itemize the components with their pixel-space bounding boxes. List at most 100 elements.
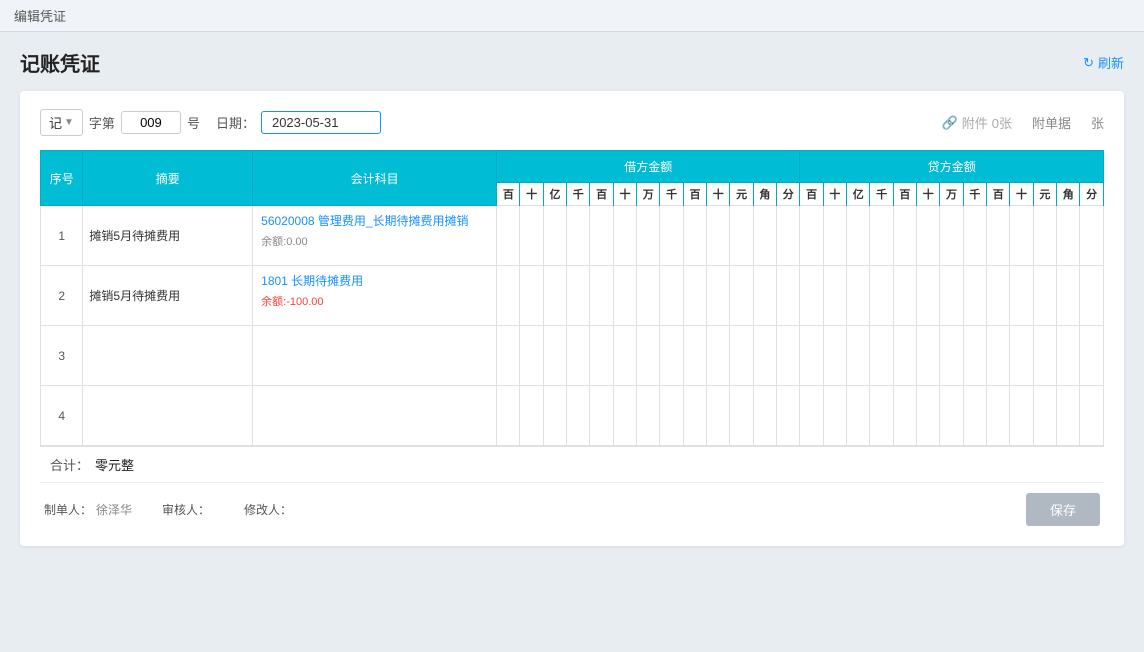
debit-digit-cell[interactable] xyxy=(683,326,706,386)
account-cell[interactable]: 56020008 管理费用_长期待摊费用摊销余额:0.00 xyxy=(253,206,497,266)
credit-digit-cell[interactable] xyxy=(800,266,823,326)
credit-digit-cell[interactable] xyxy=(1057,266,1080,326)
credit-digit-cell[interactable] xyxy=(1033,206,1056,266)
credit-digit-cell[interactable] xyxy=(963,386,986,446)
debit-digit-cell[interactable] xyxy=(683,206,706,266)
credit-digit-cell[interactable] xyxy=(963,266,986,326)
debit-digit-cell[interactable] xyxy=(660,326,683,386)
credit-digit-cell[interactable] xyxy=(987,326,1010,386)
debit-digit-cell[interactable] xyxy=(707,266,730,326)
summary-cell[interactable] xyxy=(83,326,253,386)
credit-digit-cell[interactable] xyxy=(847,386,870,446)
debit-digit-cell[interactable] xyxy=(497,206,520,266)
debit-digit-cell[interactable] xyxy=(590,206,613,266)
account-cell[interactable]: 1801 长期待摊费用余额:-100.00 xyxy=(253,266,497,326)
voucher-type-select[interactable]: 记 ▼ xyxy=(40,109,83,136)
debit-digit-cell[interactable] xyxy=(660,206,683,266)
credit-digit-cell[interactable] xyxy=(823,266,846,326)
credit-digit-cell[interactable] xyxy=(1010,266,1033,326)
summary-cell[interactable] xyxy=(83,386,253,446)
credit-digit-cell[interactable] xyxy=(963,206,986,266)
debit-digit-cell[interactable] xyxy=(660,266,683,326)
summary-cell[interactable]: 摊销5月待摊费用 xyxy=(83,266,253,326)
credit-digit-cell[interactable] xyxy=(1033,326,1056,386)
debit-digit-cell[interactable] xyxy=(543,326,566,386)
attachment-button[interactable]: 🔗 附件 0张 xyxy=(942,113,1012,132)
debit-digit-cell[interactable] xyxy=(567,326,590,386)
debit-digit-cell[interactable] xyxy=(520,386,543,446)
debit-digit-cell[interactable] xyxy=(543,206,566,266)
debit-digit-cell[interactable] xyxy=(543,266,566,326)
summary-cell[interactable]: 摊销5月待摊费用 xyxy=(83,206,253,266)
debit-digit-cell[interactable] xyxy=(730,326,753,386)
debit-digit-cell[interactable] xyxy=(567,206,590,266)
debit-digit-cell[interactable] xyxy=(707,386,730,446)
credit-digit-cell[interactable] xyxy=(1010,206,1033,266)
credit-digit-cell[interactable] xyxy=(987,206,1010,266)
credit-digit-cell[interactable] xyxy=(893,266,916,326)
account-cell[interactable] xyxy=(253,326,497,386)
debit-digit-cell[interactable] xyxy=(520,266,543,326)
debit-digit-cell[interactable] xyxy=(567,386,590,446)
credit-digit-cell[interactable] xyxy=(1010,326,1033,386)
credit-digit-cell[interactable] xyxy=(917,266,940,326)
credit-digit-cell[interactable] xyxy=(893,206,916,266)
credit-digit-cell[interactable] xyxy=(1033,266,1056,326)
debit-digit-cell[interactable] xyxy=(683,386,706,446)
credit-digit-cell[interactable] xyxy=(987,386,1010,446)
credit-digit-cell[interactable] xyxy=(870,206,893,266)
credit-digit-cell[interactable] xyxy=(940,266,963,326)
credit-digit-cell[interactable] xyxy=(870,386,893,446)
single-voucher-button[interactable]: 附单据 xyxy=(1032,113,1071,132)
credit-digit-cell[interactable] xyxy=(917,326,940,386)
credit-digit-cell[interactable] xyxy=(1080,266,1104,326)
credit-digit-cell[interactable] xyxy=(940,326,963,386)
debit-digit-cell[interactable] xyxy=(613,206,636,266)
debit-digit-cell[interactable] xyxy=(497,266,520,326)
credit-digit-cell[interactable] xyxy=(1080,386,1104,446)
seq-cell[interactable]: 3 xyxy=(41,326,83,386)
debit-digit-cell[interactable] xyxy=(730,266,753,326)
debit-digit-cell[interactable] xyxy=(613,386,636,446)
refresh-button[interactable]: ↻ 刷新 xyxy=(1083,53,1124,72)
debit-digit-cell[interactable] xyxy=(753,326,776,386)
credit-digit-cell[interactable] xyxy=(1057,206,1080,266)
debit-digit-cell[interactable] xyxy=(660,386,683,446)
voucher-number-input[interactable] xyxy=(121,111,181,134)
seq-cell[interactable]: 4 xyxy=(41,386,83,446)
date-input[interactable] xyxy=(261,111,381,134)
credit-digit-cell[interactable] xyxy=(847,206,870,266)
debit-digit-cell[interactable] xyxy=(777,266,800,326)
credit-digit-cell[interactable] xyxy=(870,326,893,386)
credit-digit-cell[interactable] xyxy=(823,326,846,386)
debit-digit-cell[interactable] xyxy=(613,266,636,326)
credit-digit-cell[interactable] xyxy=(870,266,893,326)
credit-digit-cell[interactable] xyxy=(940,206,963,266)
credit-digit-cell[interactable] xyxy=(800,206,823,266)
debit-digit-cell[interactable] xyxy=(590,266,613,326)
credit-digit-cell[interactable] xyxy=(1010,386,1033,446)
debit-digit-cell[interactable] xyxy=(520,326,543,386)
seq-cell[interactable]: 1 xyxy=(41,206,83,266)
credit-digit-cell[interactable] xyxy=(963,326,986,386)
credit-digit-cell[interactable] xyxy=(823,206,846,266)
credit-digit-cell[interactable] xyxy=(1033,386,1056,446)
credit-digit-cell[interactable] xyxy=(917,206,940,266)
debit-digit-cell[interactable] xyxy=(753,386,776,446)
credit-digit-cell[interactable] xyxy=(940,386,963,446)
credit-digit-cell[interactable] xyxy=(987,266,1010,326)
debit-digit-cell[interactable] xyxy=(637,326,660,386)
credit-digit-cell[interactable] xyxy=(1057,326,1080,386)
debit-digit-cell[interactable] xyxy=(520,206,543,266)
debit-digit-cell[interactable] xyxy=(497,386,520,446)
credit-digit-cell[interactable] xyxy=(800,386,823,446)
debit-digit-cell[interactable] xyxy=(683,266,706,326)
credit-digit-cell[interactable] xyxy=(800,326,823,386)
debit-digit-cell[interactable] xyxy=(707,206,730,266)
debit-digit-cell[interactable] xyxy=(753,206,776,266)
credit-digit-cell[interactable] xyxy=(893,386,916,446)
debit-digit-cell[interactable] xyxy=(637,386,660,446)
credit-digit-cell[interactable] xyxy=(1080,326,1104,386)
credit-digit-cell[interactable] xyxy=(847,326,870,386)
debit-digit-cell[interactable] xyxy=(777,206,800,266)
